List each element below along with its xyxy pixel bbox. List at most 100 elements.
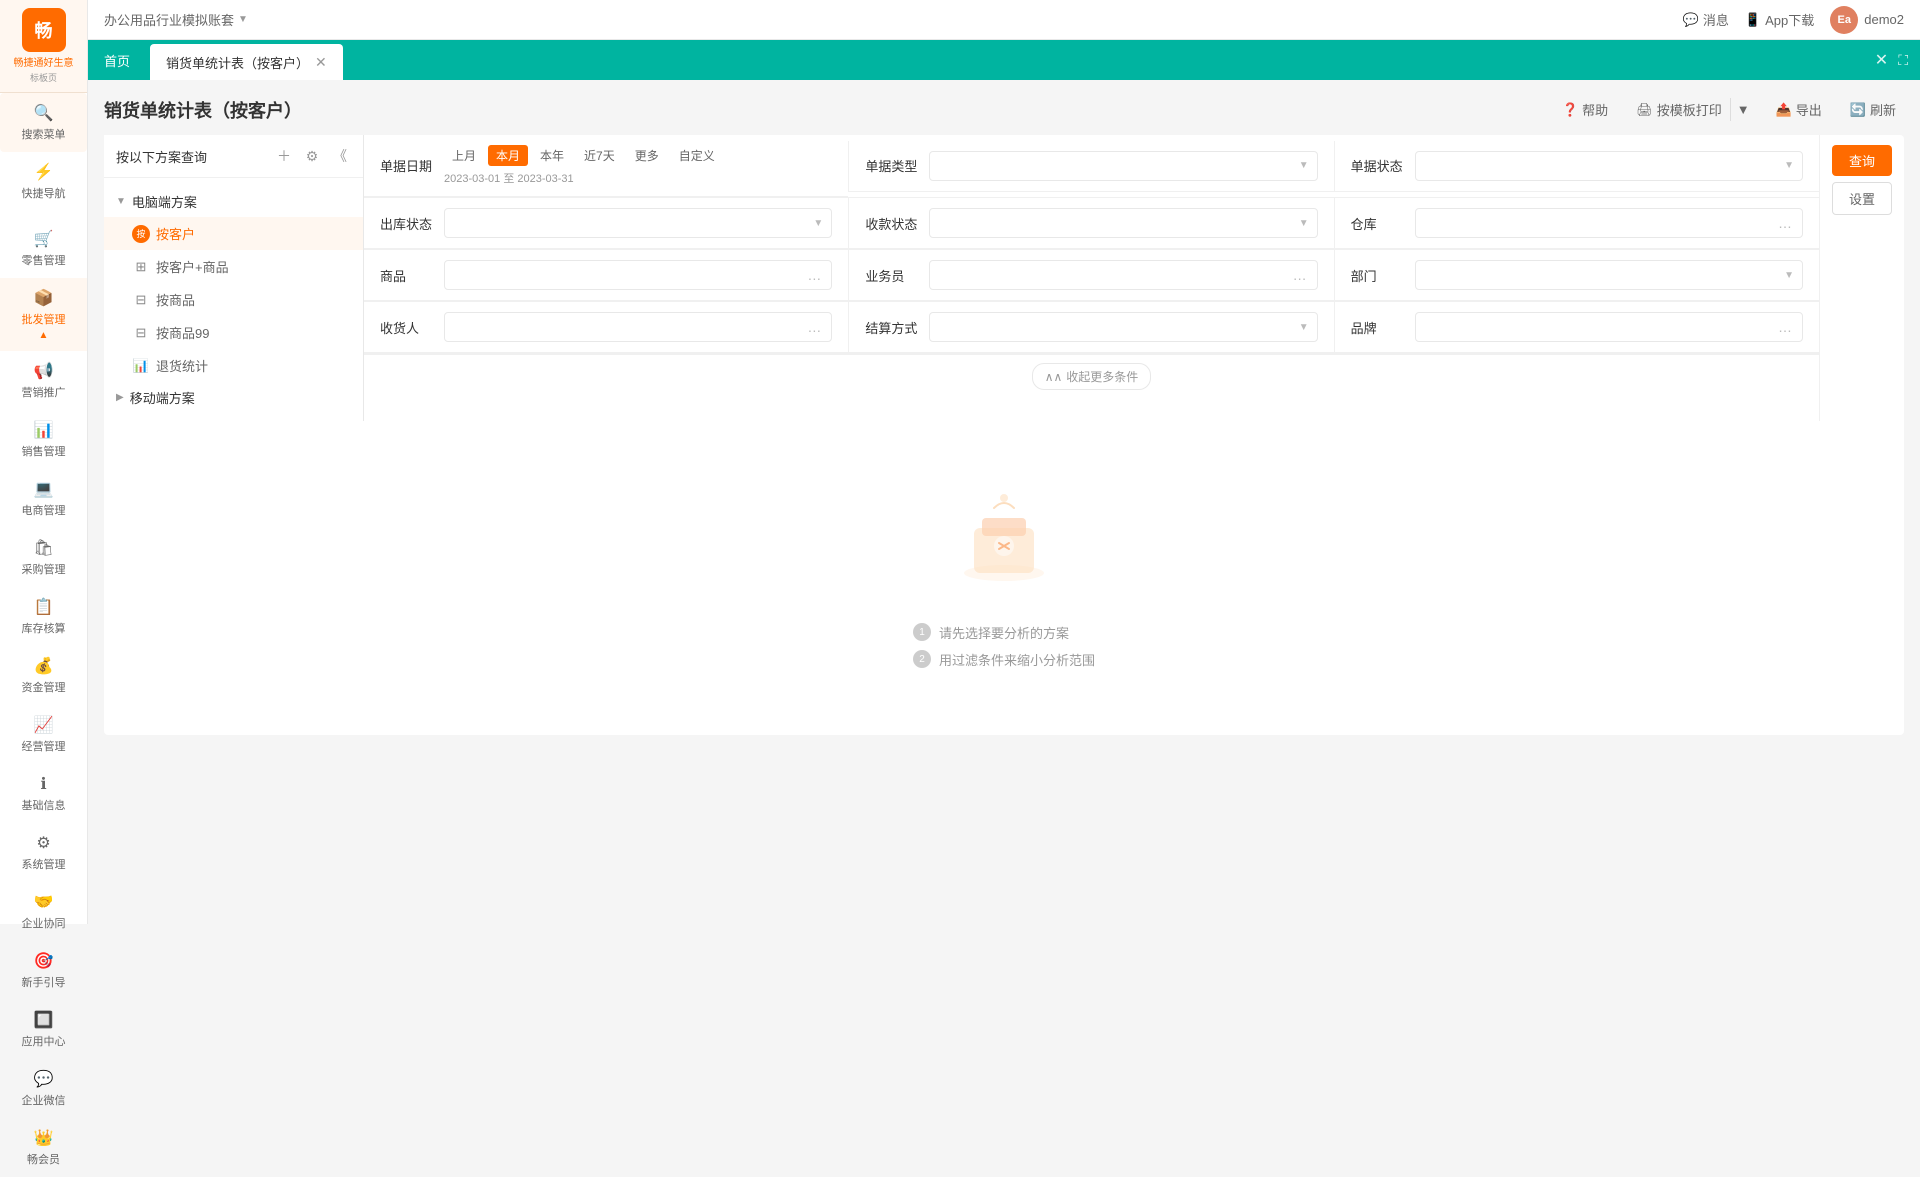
date-label: 单据日期 (380, 156, 436, 175)
dept-input[interactable]: ▼ (1415, 260, 1803, 290)
refresh-btn[interactable]: 🔄 刷新 (1842, 96, 1904, 123)
type-input[interactable]: ▼ (929, 151, 1317, 181)
new-guide-icon: 🎯 (34, 951, 54, 971)
scheme-add-icon[interactable]: ＋ (273, 145, 295, 167)
scheme-item-by-goods[interactable]: ⊟ 按商品 (104, 283, 363, 316)
scheme-collapse-icon[interactable]: 《 (329, 145, 351, 167)
dept-label: 部门 (1351, 266, 1407, 285)
scheme-item-by-goods-99[interactable]: ⊟ 按商品99 (104, 316, 363, 349)
tab-close-icon[interactable]: ✕ (315, 54, 327, 71)
marketing-icon: 📢 (34, 361, 54, 381)
tab-sales-stat[interactable]: 销货单统计表（按客户） ✕ (150, 44, 343, 80)
brand-dots: … (1778, 319, 1794, 335)
goods-label: 商品 (380, 266, 436, 285)
status-input[interactable]: ▼ (1415, 151, 1803, 181)
scheme-item-by-customer[interactable]: 按 按客户 (104, 217, 363, 250)
date-btn-more[interactable]: 更多 (627, 145, 667, 166)
user-area[interactable]: Ea demo2 (1830, 6, 1904, 34)
date-btn-last-month[interactable]: 上月 (444, 145, 484, 166)
print-btn-group: 🖨 按模板打印 ▼ (1628, 96, 1755, 123)
date-btn-custom[interactable]: 自定义 (671, 145, 723, 166)
industry-selector[interactable]: 办公用品行业模拟账套 ▼ (104, 10, 248, 29)
sidebar-item-wholesale-mgmt[interactable]: 📦 批发管理 ▲ (0, 278, 87, 351)
empty-state-text: 1 请先选择要分析的方案 2 用过滤条件来缩小分析范围 (913, 623, 1095, 669)
sidebar-item-ecommerce[interactable]: 💻 电商管理 (0, 469, 87, 528)
enterprise-wechat-icon: 💬 (34, 1069, 54, 1089)
sidebar-item-sales-mgmt[interactable]: 📊 销售管理 (0, 410, 87, 469)
staff-dots: … (1293, 267, 1309, 283)
receiver-dots: … (807, 319, 823, 335)
filter-row-3: 商品 … 业务员 … (364, 250, 1819, 302)
sidebar-item-new-guide[interactable]: 🎯 新手引导 (0, 941, 87, 1000)
sidebar-item-quick-nav[interactable]: ⚡ 快捷导航 (0, 152, 87, 211)
purchase-icon: 🛍 (33, 538, 53, 558)
filter-row-2: 出库状态 ▼ 收款状态 ▼ (364, 198, 1819, 250)
industry-dropdown-icon: ▼ (238, 14, 248, 25)
filter-area: 单据日期 上月 本月 本年 近7天 更多 自定义 2023-03-01 至 20… (364, 135, 1819, 421)
collapse-btn[interactable]: ∧∧ 收起更多条件 (1032, 363, 1152, 390)
app-logo: 畅 畅捷通好生意 标板页 (0, 0, 87, 93)
date-filter-group: 上月 本月 本年 近7天 更多 自定义 2023-03-01 至 2023-03… (444, 145, 832, 186)
maximize-window-icon[interactable]: ⛶ (1898, 52, 1908, 69)
brand-input[interactable]: … (1415, 312, 1803, 342)
sidebar-item-retail-mgmt[interactable]: 🛒 零售管理 (0, 219, 87, 278)
filter-type: 单据类型 ▼ (848, 141, 1333, 192)
by-goods-99-icon: ⊟ (132, 324, 150, 342)
by-customer-goods-label: 按客户+商品 (156, 257, 351, 276)
app-download-btn[interactable]: 📱 App下载 (1745, 10, 1814, 29)
query-buttons: 查询 设置 (1819, 135, 1904, 421)
export-btn[interactable]: 📤 导出 (1768, 96, 1830, 123)
scheme-item-by-customer-goods[interactable]: ⊞ 按客户+商品 (104, 250, 363, 283)
top-header: 办公用品行业模拟账套 ▼ 💬 消息 📱 App下载 Ea demo2 (88, 0, 1920, 40)
settle-input[interactable]: ▼ (929, 312, 1317, 342)
sidebar-item-search-menu[interactable]: 🔍 搜索菜单 (0, 93, 87, 152)
filter-receiver: 收货人 … (364, 302, 848, 353)
date-btn-this-month[interactable]: 本月 (488, 145, 528, 166)
sidebar-item-basic-info[interactable]: ℹ 基础信息 (0, 764, 87, 823)
pay-status-input[interactable]: ▼ (929, 208, 1317, 238)
goods-input[interactable]: … (444, 260, 832, 290)
sidebar-item-operation[interactable]: 📈 经营管理 (0, 705, 87, 764)
message-btn[interactable]: 💬 消息 (1683, 10, 1729, 29)
settings-btn[interactable]: 设置 (1832, 182, 1892, 215)
dept-arrow-icon: ▼ (1784, 270, 1794, 281)
scheme-group-mobile-header[interactable]: ▶ 移动端方案 (104, 382, 363, 413)
sidebar-item-finance[interactable]: 💰 资金管理 (0, 646, 87, 705)
close-window-icon[interactable]: ✕ (1875, 50, 1888, 70)
sidebar-item-sys-mgmt[interactable]: ⚙ 系统管理 (0, 823, 87, 882)
receiver-input[interactable]: … (444, 312, 832, 342)
scheme-item-return-stat[interactable]: 📊 退货统计 (104, 349, 363, 382)
industry-name: 办公用品行业模拟账套 (104, 10, 234, 29)
sidebar-item-enterprise-wechat[interactable]: 💬 企业微信 (0, 1059, 87, 1118)
scheme-settings-icon[interactable]: ⚙ (301, 145, 323, 167)
sidebar-item-inventory[interactable]: 📋 库存核算 (0, 587, 87, 646)
warehouse-input[interactable]: … (1415, 208, 1803, 238)
date-btn-7days[interactable]: 近7天 (576, 145, 623, 166)
scheme-panel-header: 按以下方案查询 ＋ ⚙ 《 (104, 135, 363, 178)
by-goods-icon: ⊟ (132, 291, 150, 309)
enterprise-icon: 🤝 (34, 892, 54, 912)
refresh-icon: 🔄 (1850, 102, 1866, 118)
logo-icon: 畅 (22, 8, 66, 52)
date-btn-this-year[interactable]: 本年 (532, 145, 572, 166)
query-btn[interactable]: 查询 (1832, 145, 1892, 176)
tab-bar: 首页 销货单统计表（按客户） ✕ ✕ ⛶ (88, 40, 1920, 80)
quick-nav-icon: ⚡ (34, 162, 54, 182)
sidebar-item-marketing[interactable]: 📢 营销推广 (0, 351, 87, 410)
print-dropdown-btn[interactable]: ▼ (1730, 98, 1756, 121)
sidebar-item-app-center[interactable]: 🔲 应用中心 (0, 1000, 87, 1059)
staff-input[interactable]: … (929, 260, 1317, 290)
scheme-group-desktop-header[interactable]: ▼ 电脑端方案 (104, 186, 363, 217)
tab-window-controls: ✕ ⛶ (1863, 50, 1920, 70)
return-stat-icon: 📊 (132, 357, 150, 375)
print-icon: 🖨 (1636, 102, 1653, 118)
sidebar-item-vip[interactable]: 👑 畅会员 (0, 1118, 87, 1177)
out-status-input[interactable]: ▼ (444, 208, 832, 238)
tab-home[interactable]: 首页 (88, 40, 146, 80)
sidebar-item-enterprise[interactable]: 🤝 企业协同 (0, 882, 87, 941)
sidebar-item-purchase[interactable]: 🛍 采购管理 (0, 528, 87, 587)
help-btn[interactable]: ❓ 帮助 (1554, 96, 1616, 123)
print-btn[interactable]: 🖨 按模板打印 (1628, 96, 1730, 123)
scheme-panel: 按以下方案查询 ＋ ⚙ 《 ▼ 电脑端方案 (104, 135, 364, 421)
filter-brand: 品牌 … (1334, 302, 1819, 353)
